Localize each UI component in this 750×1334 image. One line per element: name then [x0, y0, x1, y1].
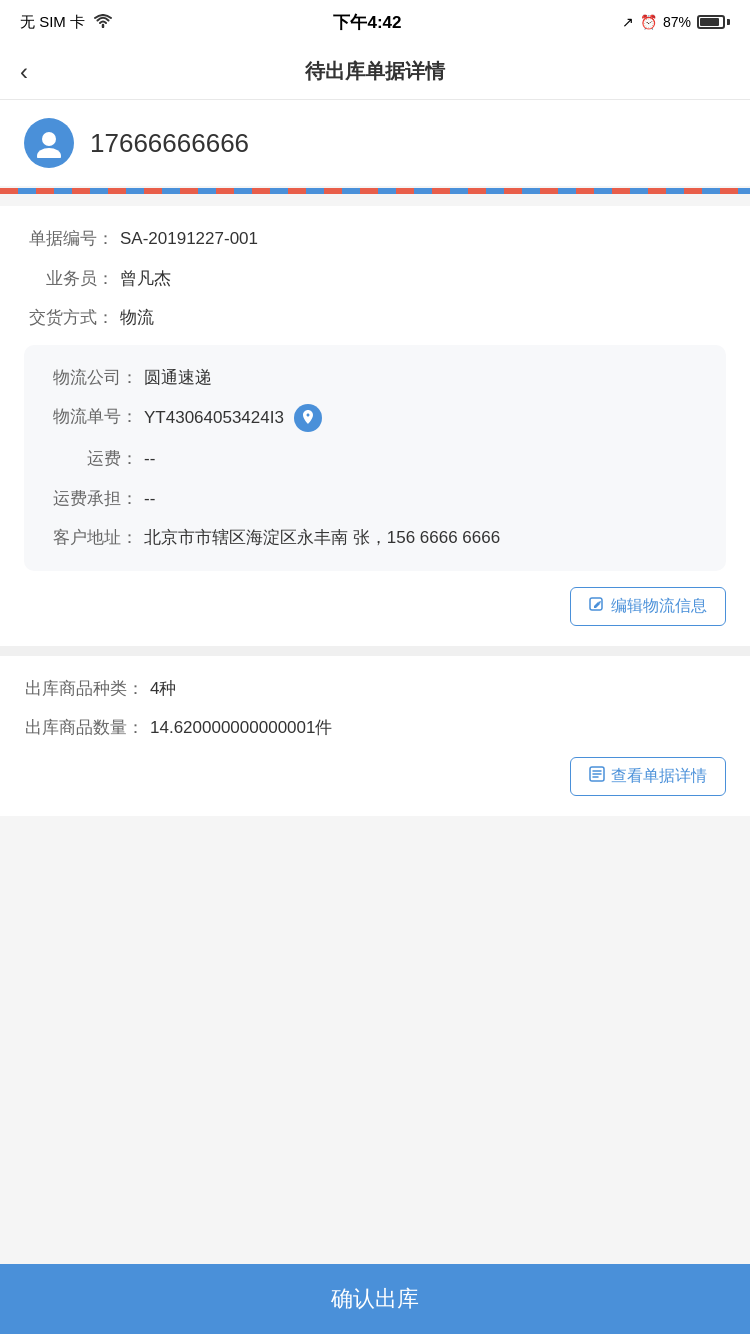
view-details-button[interactable]: 查看单据详情 [570, 757, 726, 796]
document-number-row: 单据编号： SA-20191227-001 [24, 226, 726, 252]
edit-logistics-button[interactable]: 编辑物流信息 [570, 587, 726, 626]
dashed-divider [0, 188, 750, 194]
product-quantity-label: 出库商品数量： [24, 715, 144, 741]
status-bar: 无 SIM 卡 下午4:42 ↗ ⏰ 87% [0, 0, 750, 44]
sales-person-label: 业务员： [24, 266, 114, 292]
product-quantity-row: 出库商品数量： 14.620000000000001件 [24, 715, 726, 741]
location-status-icon: ↗ [622, 14, 634, 30]
wifi-icon [93, 14, 113, 31]
tracking-number-label: 物流单号： [48, 404, 138, 430]
freight-row: 运费： -- [48, 446, 702, 472]
track-location-icon[interactable] [294, 404, 322, 432]
edit-logistics-container: 编辑物流信息 [24, 587, 726, 626]
freight-bearer-value: -- [144, 486, 702, 512]
logistics-company-label: 物流公司： [48, 365, 138, 391]
freight-label: 运费： [48, 446, 138, 472]
svg-point-0 [42, 132, 56, 146]
logistics-company-value: 圆通速递 [144, 365, 702, 391]
delivery-method-value: 物流 [120, 305, 726, 331]
products-section: 出库商品种类： 4种 出库商品数量： 14.620000000000001件 查… [0, 656, 750, 816]
confirm-label: 确认出库 [331, 1284, 419, 1314]
battery-icon [697, 15, 730, 29]
alarm-icon: ⏰ [640, 14, 657, 30]
back-button[interactable]: ‹ [12, 50, 36, 94]
page-title: 待出库单据详情 [305, 58, 445, 85]
document-number-label: 单据编号： [24, 226, 114, 252]
list-icon [589, 766, 605, 786]
view-details-label: 查看单据详情 [611, 766, 707, 787]
view-details-container: 查看单据详情 [24, 757, 726, 796]
address-label: 客户地址： [48, 525, 138, 551]
customer-header: 17666666666 [0, 100, 750, 186]
product-type-value: 4种 [150, 676, 726, 702]
delivery-method-row: 交货方式： 物流 [24, 305, 726, 331]
product-quantity-value: 14.620000000000001件 [150, 715, 726, 741]
status-left: 无 SIM 卡 [20, 13, 113, 32]
sales-person-value: 曾凡杰 [120, 266, 726, 292]
document-number-value: SA-20191227-001 [120, 226, 726, 252]
address-row: 客户地址： 北京市市辖区海淀区永丰南 张，156 6666 6666 [48, 525, 702, 551]
status-time: 下午4:42 [333, 11, 401, 34]
tracking-number-value: YT43064053424I3 [144, 404, 702, 432]
sales-person-row: 业务员： 曾凡杰 [24, 266, 726, 292]
address-value: 北京市市辖区海淀区永丰南 张，156 6666 6666 [144, 525, 702, 551]
logistics-company-row: 物流公司： 圆通速递 [48, 365, 702, 391]
empty-area [0, 816, 750, 1016]
freight-bearer-row: 运费承担： -- [48, 486, 702, 512]
product-type-label: 出库商品种类： [24, 676, 144, 702]
customer-phone: 17666666666 [90, 128, 249, 159]
confirm-bar[interactable]: 确认出库 [0, 1264, 750, 1334]
status-right: ↗ ⏰ 87% [622, 14, 730, 30]
nav-bar: ‹ 待出库单据详情 [0, 44, 750, 100]
avatar [24, 118, 74, 168]
delivery-method-label: 交货方式： [24, 305, 114, 331]
edit-logistics-label: 编辑物流信息 [611, 596, 707, 617]
battery-percent: 87% [663, 14, 691, 30]
freight-bearer-label: 运费承担： [48, 486, 138, 512]
section-divider [0, 646, 750, 656]
carrier-label: 无 SIM 卡 [20, 13, 85, 32]
freight-value: -- [144, 446, 702, 472]
svg-point-1 [37, 148, 61, 158]
tracking-number-row: 物流单号： YT43064053424I3 [48, 404, 702, 432]
edit-icon [589, 597, 605, 616]
product-type-row: 出库商品种类： 4种 [24, 676, 726, 702]
order-info-section: 单据编号： SA-20191227-001 业务员： 曾凡杰 交货方式： 物流 … [0, 206, 750, 646]
logistics-card: 物流公司： 圆通速递 物流单号： YT43064053424I3 运费： -- [24, 345, 726, 571]
